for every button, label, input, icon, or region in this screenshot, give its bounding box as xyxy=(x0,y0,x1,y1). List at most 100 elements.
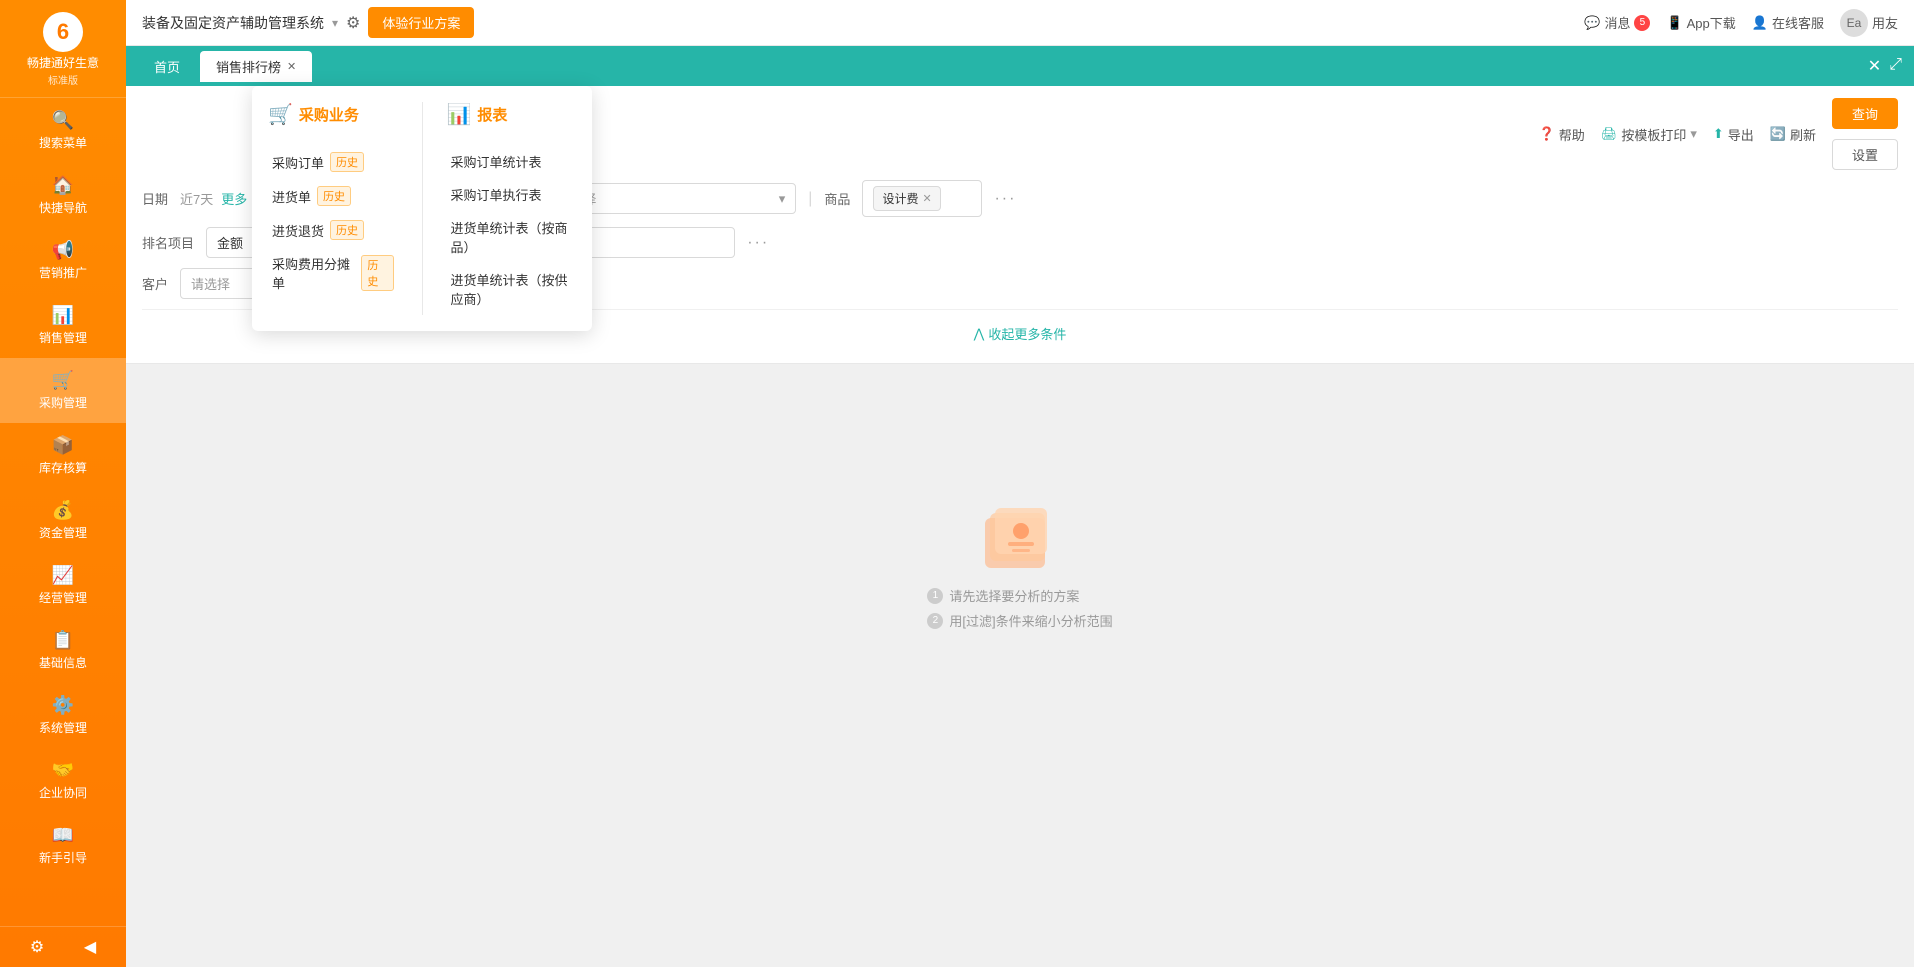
sidebar-item-finance[interactable]: 💰 资金管理 xyxy=(0,488,126,553)
report-menu-icon: 📊 xyxy=(447,102,472,127)
hint-text-2: 用[过滤]条件来缩小分析范围 xyxy=(949,611,1112,630)
main-area: 装备及固定资产辅助管理系统 ▾ ⚙ 体验行业方案 💬 消息 5 📱 App下载 … xyxy=(126,0,1914,967)
help-btn[interactable]: ❓ 帮助 xyxy=(1539,125,1585,144)
message-badge: 5 xyxy=(1634,15,1650,31)
empty-hint-2: 2 用[过滤]条件来缩小分析范围 xyxy=(927,611,1112,630)
menu-label-return-goods: 进货退货 xyxy=(272,221,324,240)
cooperation-icon: 🤝 xyxy=(52,760,74,781)
goods-label: 商品 xyxy=(824,189,850,208)
tabbar-controls: ✕ ⤢ xyxy=(1868,56,1902,76)
home-icon: 🏠 xyxy=(52,175,74,196)
marketing-icon: 📢 xyxy=(52,240,74,261)
sidebar-label-operation: 经营管理 xyxy=(39,589,87,606)
menu-label-receive-by-supplier: 进货单统计表（按供应商） xyxy=(451,270,573,308)
sidebar-item-marketing[interactable]: 📢 营销推广 xyxy=(0,228,126,293)
print-label: 按模板打印 xyxy=(1621,125,1686,144)
sidebar-item-purchase[interactable]: 🛒 采购管理 xyxy=(0,358,126,423)
menu-label-receive-goods: 进货单 xyxy=(272,187,311,206)
customer-label: 客户 xyxy=(142,274,168,293)
tab-home-label: 首页 xyxy=(154,57,180,76)
help-icon: ❓ xyxy=(1539,126,1555,142)
tab-close-all-btn[interactable]: ✕ xyxy=(1868,56,1881,76)
topbar-app-download[interactable]: 📱 App下载 xyxy=(1666,13,1735,32)
print-btn[interactable]: 🖨 按模板打印 ▾ xyxy=(1601,125,1697,144)
popup-report-col: 📊 报表 采购订单统计表 采购订单执行表 进货单统计表（按商品） 进货单统计表（… xyxy=(447,102,577,315)
trial-btn[interactable]: 体验行业方案 xyxy=(368,7,474,38)
sidebar-item-basic[interactable]: 📋 基础信息 xyxy=(0,618,126,683)
topbar-right: 💬 消息 5 📱 App下载 👤 在线客服 Ea 用友 xyxy=(1584,9,1898,37)
tab-close-icon[interactable]: ✕ xyxy=(287,60,296,73)
menu-label-purchase-order: 采购订单 xyxy=(272,153,324,172)
export-btn[interactable]: ⬆ 导出 xyxy=(1713,125,1754,144)
menu-item-order-stats[interactable]: 采购订单统计表 xyxy=(447,145,577,178)
date-label: 日期 xyxy=(142,189,168,208)
rank-value: 金额 xyxy=(217,233,243,252)
logo-text: 畅捷通好生意 xyxy=(27,56,99,72)
empty-hint-1: 1 请先选择要分析的方案 xyxy=(927,586,1079,605)
sidebar: 6 畅捷通好生意 标准版 🔍 搜索菜单 🏠 快捷导航 📢 营销推广 📊 销售管理… xyxy=(0,0,126,967)
query-btn[interactable]: 查询 xyxy=(1832,98,1898,129)
goods-more-dots[interactable]: ··· xyxy=(994,190,1016,208)
topbar-online-service[interactable]: 👤 在线客服 xyxy=(1752,13,1824,32)
sidebar-item-quicknav[interactable]: 🏠 快捷导航 xyxy=(0,163,126,228)
tab-sales-rank[interactable]: 销售排行榜 ✕ xyxy=(200,51,312,82)
sidebar-label-inventory: 库存核算 xyxy=(39,459,87,476)
sidebar-collapse-btn[interactable]: ◀ xyxy=(84,937,96,957)
hint-num-1: 1 xyxy=(927,588,943,604)
sidebar-item-cooperation[interactable]: 🤝 企业协同 xyxy=(0,748,126,813)
purchase-icon: 🛒 xyxy=(52,370,74,391)
tab-home[interactable]: 首页 xyxy=(138,51,196,82)
sidebar-label-system: 系统管理 xyxy=(39,719,87,736)
sidebar-settings-btn[interactable]: ⚙ xyxy=(30,937,44,957)
print-dropdown-icon[interactable]: ▾ xyxy=(1690,126,1697,142)
topbar-message[interactable]: 💬 消息 5 xyxy=(1584,13,1650,32)
goods-tag-remove[interactable]: ✕ xyxy=(922,192,931,205)
refresh-label: 刷新 xyxy=(1790,125,1816,144)
topbar-user[interactable]: Ea 用友 xyxy=(1840,9,1898,37)
user-label: 用友 xyxy=(1872,13,1898,32)
sidebar-label-sales: 销售管理 xyxy=(39,329,87,346)
sidebar-label-basic: 基础信息 xyxy=(39,654,87,671)
goods-input[interactable]: 设计费 ✕ xyxy=(862,180,982,217)
phone-icon: 📱 xyxy=(1666,15,1682,31)
basic-icon: 📋 xyxy=(52,630,74,651)
sidebar-label-marketing: 营销推广 xyxy=(39,264,87,281)
menu-item-receive-by-goods[interactable]: 进货单统计表（按商品） xyxy=(447,211,577,263)
menu-item-purchase-order[interactable]: 采购订单 历史 xyxy=(268,145,398,179)
menu-item-purchase-expense[interactable]: 采购费用分摊单 历史 xyxy=(268,247,398,299)
salesperson-more-dots[interactable]: ··· xyxy=(747,234,769,252)
sidebar-item-operation[interactable]: 📈 经营管理 xyxy=(0,553,126,618)
sidebar-label-quicknav: 快捷导航 xyxy=(39,199,87,216)
popup-divider xyxy=(422,102,423,315)
menu-item-return-goods[interactable]: 进货退货 历史 xyxy=(268,213,398,247)
app-download-label: App下载 xyxy=(1687,13,1736,32)
system-icon: ⚙️ xyxy=(52,695,74,716)
sidebar-label-cooperation: 企业协同 xyxy=(39,784,87,801)
menu-item-receive-by-supplier[interactable]: 进货单统计表（按供应商） xyxy=(447,263,577,315)
collapse-conditions-btn[interactable]: ⋀ 收起更多条件 xyxy=(966,316,1075,351)
menu-label-order-stats: 采购订单统计表 xyxy=(451,152,542,171)
inventory-icon: 📦 xyxy=(52,435,74,456)
menu-item-receive-goods[interactable]: 进货单 历史 xyxy=(268,179,398,213)
export-icon: ⬆ xyxy=(1713,126,1724,142)
sidebar-label-finance: 资金管理 xyxy=(39,524,87,541)
popup-report-title: 📊 报表 xyxy=(447,102,577,133)
sidebar-label-purchase: 采购管理 xyxy=(39,394,87,411)
service-icon: 👤 xyxy=(1752,15,1768,31)
collapse-icon: ⋀ xyxy=(974,326,985,342)
sidebar-label-guide: 新手引导 xyxy=(39,849,87,866)
search-icon: 🔍 xyxy=(52,110,74,131)
sidebar-item-inventory[interactable]: 📦 库存核算 xyxy=(0,423,126,488)
message-label: 消息 xyxy=(1604,13,1630,32)
settings-btn[interactable]: 设置 xyxy=(1832,139,1898,170)
purchase-title-label: 采购业务 xyxy=(299,104,359,125)
menu-item-order-exec[interactable]: 采购订单执行表 xyxy=(447,178,577,211)
tab-maximize-btn[interactable]: ⤢ xyxy=(1889,56,1902,76)
topbar-settings-icon[interactable]: ⚙ xyxy=(346,13,360,33)
sidebar-item-search[interactable]: 🔍 搜索菜单 xyxy=(0,98,126,163)
sidebar-item-guide[interactable]: 📖 新手引导 xyxy=(0,813,126,878)
refresh-btn[interactable]: 🔄 刷新 xyxy=(1770,125,1816,144)
sidebar-item-system[interactable]: ⚙️ 系统管理 xyxy=(0,683,126,748)
topbar-dropdown-arrow[interactable]: ▾ xyxy=(332,16,338,30)
sidebar-item-sales[interactable]: 📊 销售管理 xyxy=(0,293,126,358)
